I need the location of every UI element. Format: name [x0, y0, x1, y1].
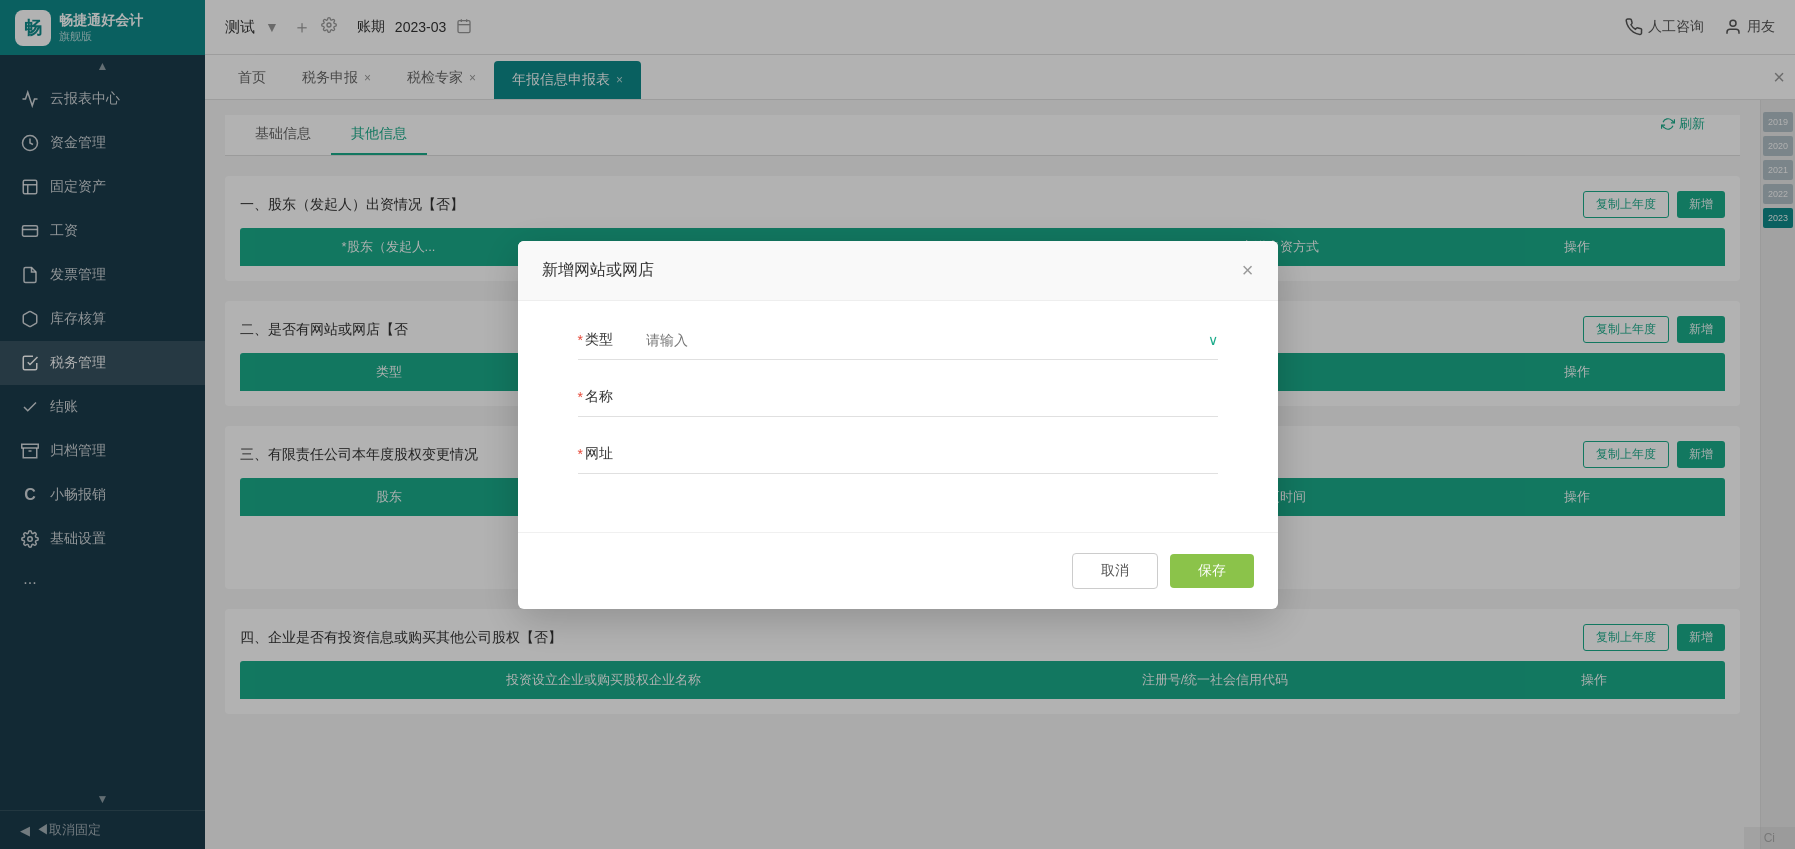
modal-field-type: *类型 ∨: [578, 331, 1218, 360]
type-field-row: *类型 ∨: [578, 331, 1218, 360]
cancel-button[interactable]: 取消: [1072, 553, 1158, 589]
name-input[interactable]: [638, 389, 1218, 405]
modal-add-website: 新增网站或网店 × *类型 ∨ *名称: [518, 241, 1278, 609]
name-field-row: *名称: [578, 388, 1218, 417]
url-input[interactable]: [638, 446, 1218, 462]
name-label: *名称: [578, 388, 638, 406]
type-label: *类型: [578, 331, 638, 349]
modal-title: 新增网站或网店: [542, 260, 654, 281]
modal-body: *类型 ∨ *名称 *网址: [518, 301, 1278, 532]
modal-overlay: 新增网站或网店 × *类型 ∨ *名称: [0, 0, 1795, 849]
modal-header: 新增网站或网店 ×: [518, 241, 1278, 301]
modal-footer: 取消 保存: [518, 532, 1278, 609]
modal-field-name: *名称: [578, 388, 1218, 417]
url-label: *网址: [578, 445, 638, 463]
modal-close-btn[interactable]: ×: [1242, 259, 1254, 282]
save-button[interactable]: 保存: [1170, 554, 1254, 588]
type-dropdown-icon[interactable]: ∨: [1208, 332, 1218, 348]
type-input[interactable]: [638, 332, 1208, 348]
url-field-row: *网址: [578, 445, 1218, 474]
modal-field-url: *网址: [578, 445, 1218, 474]
